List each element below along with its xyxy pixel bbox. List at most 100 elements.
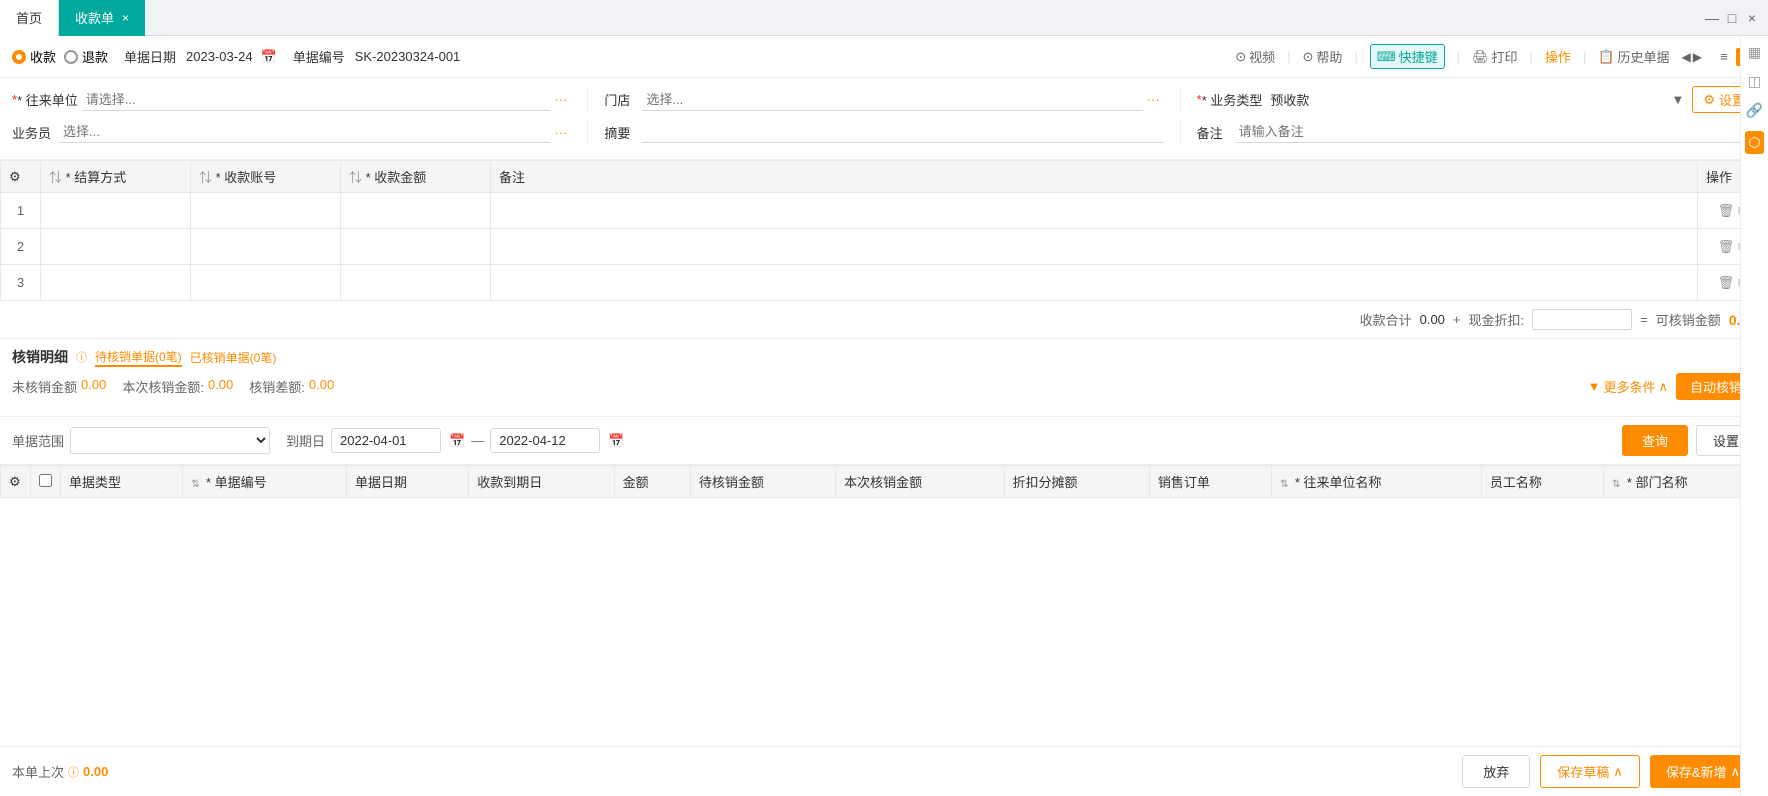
col-type-header: 单据类型 (61, 466, 183, 498)
row-1-amount[interactable] (341, 193, 491, 229)
store-label: 门店 (604, 90, 630, 109)
col-staff-header: 员工名称 (1481, 466, 1603, 498)
sidebar-icon-2[interactable]: ◫ (1748, 73, 1761, 90)
divider-2 (1180, 90, 1181, 110)
col-date-header: 单据日期 (347, 466, 469, 498)
tab-done[interactable]: 已核销单据(0笔) (190, 349, 277, 366)
maximize-button[interactable]: □ (1724, 10, 1740, 26)
sort-icon: ⇅ (49, 170, 62, 185)
history-btn[interactable]: 📋 历史单据 (1598, 47, 1669, 66)
summary-input[interactable] (642, 121, 1163, 143)
lower-settings-icon[interactable]: ⚙ (9, 474, 21, 489)
active-tab-label: 收款单 (75, 8, 114, 27)
staff-more-btn[interactable]: ··· (550, 125, 571, 140)
counterpart-more-btn[interactable]: ··· (550, 92, 571, 107)
row-2-amount[interactable] (341, 229, 491, 265)
col-amount-header-lower: 金额 (614, 466, 690, 498)
tab-pending[interactable]: 待核销单据(0笔) (95, 348, 182, 367)
row-3-account[interactable] (191, 265, 341, 301)
col-settings-lower[interactable]: ⚙ (1, 466, 31, 498)
row-1-account[interactable] (191, 193, 341, 229)
row-3-amount[interactable] (341, 265, 491, 301)
row-1-delete-icon[interactable]: 🗑 (1718, 203, 1735, 219)
table-settings-icon[interactable]: ⚙ (9, 169, 21, 184)
date-label: 单据日期 (124, 47, 176, 66)
table-body: 1 🗑 ⧉ 2 (1, 193, 1768, 301)
range-select-wrap (70, 427, 270, 454)
staff-input[interactable] (59, 121, 550, 143)
form-area: * * 往来单位 ··· 门店 ··· * * 业务类型 预收款 ▼ ⚙ (0, 78, 1768, 160)
sidebar-icon-4[interactable]: ⬡ (1745, 131, 1763, 154)
row-1-note[interactable] (491, 193, 1698, 229)
operations-btn[interactable]: 操作 (1545, 47, 1571, 66)
row-2-settlement[interactable] (41, 229, 191, 265)
calendar-from-icon[interactable]: 📅 (449, 433, 465, 449)
sidebar-icon-3[interactable]: 🔗 (1746, 102, 1763, 119)
video-btn[interactable]: ⊙ 视频 (1235, 47, 1275, 66)
next-arrow[interactable]: ▶ (1693, 50, 1702, 64)
row-3-note[interactable] (491, 265, 1698, 301)
more-conditions-btn[interactable]: ▼ 更多条件 ∧ (1588, 377, 1668, 396)
receipt-radio-dot (12, 50, 26, 64)
number-label: 单据编号 (293, 47, 345, 66)
verif-info-icon[interactable]: ⓘ (76, 349, 87, 365)
minimize-button[interactable]: — (1704, 10, 1720, 26)
shortcut-btn[interactable]: ⌨ 快捷键 (1370, 44, 1445, 69)
receipt-radio-label: 收款 (30, 47, 56, 66)
discount-input[interactable] (1532, 309, 1632, 330)
draft-btn[interactable]: 保存草稿 ∧ (1540, 755, 1640, 788)
diff-label: 核销差额: (249, 377, 305, 396)
calendar-icon[interactable]: 📅 (261, 49, 277, 65)
right-sidebar: ▦ ◫ 🔗 ⬡ (1740, 36, 1768, 796)
col-discount-header: 折扣分摊额 (1004, 466, 1149, 498)
close-button[interactable]: × (1744, 10, 1760, 26)
note-input[interactable] (1235, 121, 1756, 143)
col-checkbox[interactable] (31, 466, 61, 498)
store-more-btn[interactable]: ··· (1143, 92, 1164, 107)
store-input[interactable] (642, 89, 1142, 111)
range-select[interactable] (70, 427, 270, 454)
row-3-delete-icon[interactable]: 🗑 (1718, 275, 1735, 291)
help-btn[interactable]: ⊙ 帮助 (1303, 47, 1343, 66)
abandon-btn[interactable]: 放弃 (1462, 755, 1530, 788)
date-dash: — (471, 433, 484, 448)
print-btn[interactable]: 🖨 打印 (1472, 47, 1518, 66)
row-2-delete-icon[interactable]: 🗑 (1718, 239, 1735, 255)
operations-label: 操作 (1545, 47, 1571, 66)
staff-field: 业务员 ··· (12, 121, 571, 143)
date-from-input[interactable] (331, 428, 441, 453)
select-all-checkbox[interactable] (39, 474, 52, 487)
footer-info-icon[interactable]: ⓘ (68, 764, 79, 780)
abandon-label: 放弃 (1483, 765, 1509, 780)
date-to-input[interactable] (490, 428, 600, 453)
tab-home[interactable]: 首页 (0, 0, 59, 36)
prev-arrow[interactable]: ◀ (1682, 50, 1691, 64)
list-view-btn[interactable]: ≡ (1714, 48, 1734, 66)
calendar-to-icon[interactable]: 📅 (608, 433, 624, 449)
tab-active[interactable]: 收款单 × (59, 0, 145, 36)
query-btn[interactable]: 查询 (1622, 425, 1688, 456)
equals-sign: = (1640, 312, 1648, 327)
row-3-num: 3 (1, 265, 41, 301)
note-field: 备注 (1197, 121, 1756, 143)
home-tab-label: 首页 (16, 8, 42, 27)
range-label: 单据范围 (12, 431, 64, 450)
draft-label: 保存草稿 (1557, 762, 1609, 781)
counterpart-input[interactable] (82, 89, 551, 111)
divider-1 (587, 90, 588, 110)
receipt-radio[interactable]: 收款 (12, 47, 56, 66)
sort-icon3: ⇅ (349, 170, 362, 185)
biz-type-value: 预收款 (1266, 87, 1671, 112)
row-3-settlement[interactable] (41, 265, 191, 301)
tab-close-icon[interactable]: × (122, 11, 129, 25)
uncancelled-stat: 未核销金额 0.00 (12, 377, 106, 396)
row-2-account[interactable] (191, 229, 341, 265)
sidebar-icon-1[interactable]: ▦ (1748, 44, 1761, 61)
range-field: 单据范围 (12, 427, 270, 454)
row-2-note[interactable] (491, 229, 1698, 265)
row-1-settlement[interactable] (41, 193, 191, 229)
refund-radio[interactable]: 退款 (64, 47, 108, 66)
biz-type-dropdown-icon[interactable]: ▼ (1671, 92, 1684, 107)
col-settings-header[interactable]: ⚙ (1, 161, 41, 193)
counterpart-field: * * 往来单位 ··· (12, 89, 571, 111)
